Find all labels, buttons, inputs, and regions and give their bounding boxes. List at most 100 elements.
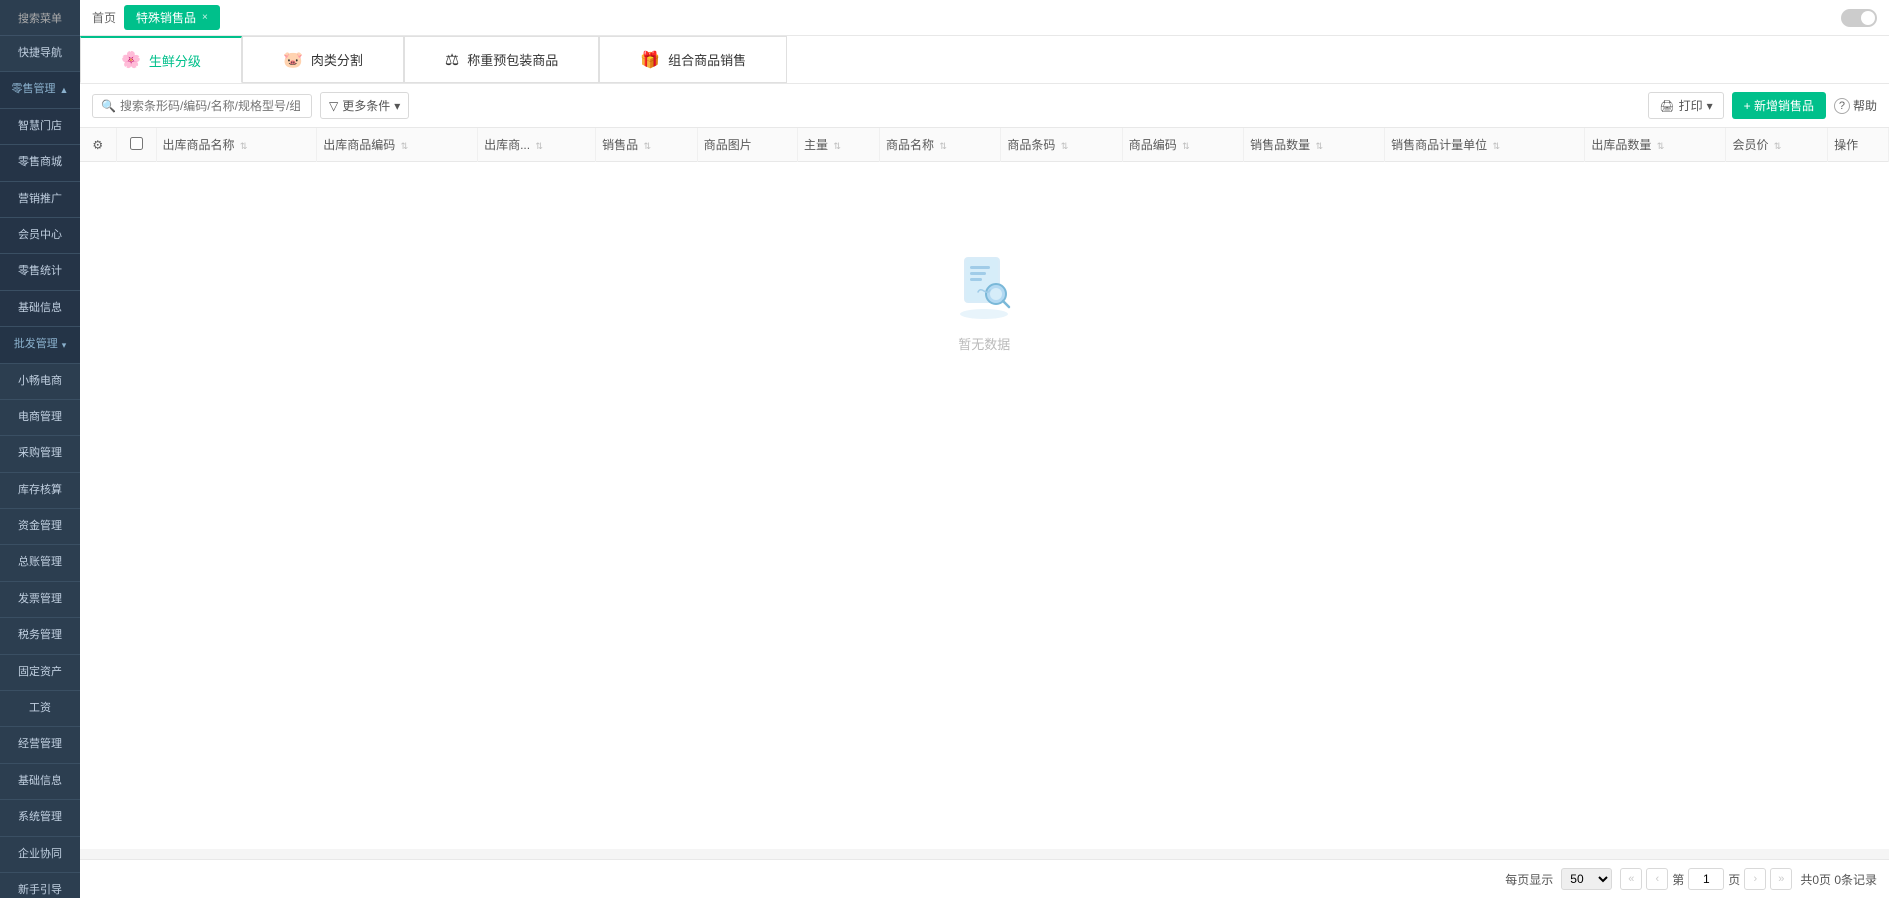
prev-page-button[interactable]: ‹ [1646,868,1668,890]
subtab-fresh-grade[interactable]: 🌸 生鲜分级 [80,36,242,83]
search-input[interactable] [120,99,300,113]
sidebar-item-inventory[interactable]: 库存核算 [0,473,80,509]
sidebar-item-purchase-mgmt[interactable]: 采购管理 [0,436,80,472]
print-arrow-icon: ▾ [1707,99,1713,113]
tab-close-icon[interactable]: × [202,12,208,23]
first-page-button[interactable]: « [1620,868,1642,890]
sort-icon-12: ⇅ [1774,141,1782,151]
sort-icon-6: ⇅ [939,141,947,151]
sidebar-item-ecommerce-small[interactable]: 小畅电商 [0,364,80,400]
toolbar-actions: 🖨 打印 ▾ + 新增销售品 ? 帮助 [1648,92,1877,119]
sidebar-logo[interactable]: 搜索菜单 [0,0,80,36]
page-word: 第 [1672,871,1684,888]
th-goods-code: 商品编码 ⇅ [1122,128,1243,162]
th-member-price: 会员价 ⇅ [1726,128,1828,162]
meat-cut-icon: 🐷 [283,50,303,70]
special-sales-tab[interactable]: 特殊销售品 × [124,5,220,30]
sidebar-item-retail-stats[interactable]: 零售统计 [0,254,80,290]
sidebar-item-marketing[interactable]: 营销推广 [0,182,80,218]
sidebar-item-shortcuts[interactable]: 快捷导航 [0,36,80,72]
page-label: 页 [1728,871,1740,888]
table-body: 暂无数据 [80,162,1889,434]
sort-icon: ⇅ [240,141,248,151]
sort-icon-3: ⇅ [535,141,543,151]
table-header-row: ⚙ 出库商品名称 ⇅ 出库商品编码 ⇅ [80,128,1889,162]
help-button[interactable]: ? 帮助 [1834,97,1877,114]
sort-icon-5: ⇅ [833,141,841,151]
total-records: 共0页 0条记录 [1800,871,1877,888]
sidebar-item-basic-info-retail[interactable]: 基础信息 [0,291,80,327]
main-content: 首页 特殊销售品 × 🌸 生鲜分级 🐷 肉类分割 ⚖ 称重预包装商品 [80,0,1889,898]
weigh-icon: ⚖ [445,50,459,70]
print-icon: 🖨 [1659,99,1674,113]
sort-icon-8: ⇅ [1182,141,1190,151]
subtab-weigh-package[interactable]: ⚖ 称重预包装商品 [404,36,599,83]
fresh-grade-icon: 🌸 [121,50,141,70]
select-all-checkbox[interactable] [130,137,143,150]
combo-icon: 🎁 [640,50,660,70]
th-image: 商品图片 [697,128,797,162]
sidebar-item-fixed-assets[interactable]: 固定资产 [0,655,80,691]
add-product-button[interactable]: + 新增销售品 [1732,92,1826,119]
sidebar-item-invoice-mgmt[interactable]: 发票管理 [0,582,80,618]
help-label: 帮助 [1853,97,1877,114]
search-box[interactable]: 🔍 [92,94,312,118]
sort-icon-7: ⇅ [1061,141,1069,151]
chevron-down-icon: ▲ [60,84,69,97]
subtab-meat-cut-label: 肉类分割 [311,50,363,69]
topbar: 首页 特殊销售品 × [80,0,1889,36]
print-button[interactable]: 🖨 打印 ▾ [1648,92,1723,119]
sidebar-item-salary[interactable]: 工资 [0,691,80,727]
th-sale-item: 销售品 ⇅ [596,128,698,162]
next-page-button[interactable]: › [1744,868,1766,890]
subtab-combo-label: 组合商品销售 [668,50,746,69]
sidebar-item-capital-mgmt[interactable]: 资金管理 [0,509,80,545]
subtabs-bar: 🌸 生鲜分级 🐷 肉类分割 ⚖ 称重预包装商品 🎁 组合商品销售 [80,36,1889,84]
sort-icon-11: ⇅ [1657,141,1665,151]
th-settings[interactable]: ⚙ [80,128,116,162]
toggle-switch[interactable] [1841,9,1877,27]
sidebar-item-ledger[interactable]: 总账管理 [0,545,80,581]
sort-icon-10: ⇅ [1493,141,1501,151]
empty-text: 暂无数据 [958,334,1010,353]
products-table: ⚙ 出库商品名称 ⇅ 出库商品编码 ⇅ [80,128,1889,433]
sidebar-item-tax-mgmt[interactable]: 税务管理 [0,618,80,654]
sidebar: 搜索菜单 快捷导航 零售管理 ▲ 智慧门店 零售商城 营销推广 会员中心 零售统… [0,0,80,898]
th-goods-name: 商品名称 ⇅ [879,128,1000,162]
subtab-weigh-label: 称重预包装商品 [467,50,558,69]
filter-button[interactable]: ▽ 更多条件 ▾ [320,92,409,119]
filter-label: 更多条件 [342,97,390,114]
sidebar-item-enterprise[interactable]: 企业协同 [0,837,80,873]
subtab-meat-cut[interactable]: 🐷 肉类分割 [242,36,404,83]
print-label: 打印 [1679,97,1703,114]
subtab-combo-sales[interactable]: 🎁 组合商品销售 [599,36,787,83]
toolbar-bar: 🔍 ▽ 更多条件 ▾ 🖨 打印 ▾ + 新增销售品 ? 帮助 [80,84,1889,128]
th-out-code: 出库商品编码 ⇅ [317,128,478,162]
page-input[interactable] [1688,868,1724,890]
filter-arrow-icon: ▾ [394,99,400,113]
sidebar-item-business-mgmt[interactable]: 经营管理 [0,727,80,763]
th-checkbox[interactable] [116,128,156,162]
sidebar-item-ecommerce-mgmt[interactable]: 电商管理 [0,400,80,436]
sidebar-item-system-mgmt[interactable]: 系统管理 [0,800,80,836]
sidebar-item-retail-mall[interactable]: 零售商城 [0,145,80,181]
per-page-label: 每页显示 [1505,871,1553,888]
th-weight: 主量 ⇅ [798,128,880,162]
sidebar-item-wholesale-mgmt[interactable]: 批发管理 ▾ [0,327,80,363]
empty-row: 暂无数据 [80,162,1889,434]
filter-icon: ▽ [329,99,338,113]
sidebar-item-retail-mgmt[interactable]: 零售管理 ▲ [0,72,80,108]
sidebar-item-member[interactable]: 会员中心 [0,218,80,254]
content-area: 🌸 生鲜分级 🐷 肉类分割 ⚖ 称重预包装商品 🎁 组合商品销售 🔍 [80,36,1889,898]
subtab-fresh-grade-label: 生鲜分级 [149,51,201,70]
sidebar-item-basic-info[interactable]: 基础信息 [0,764,80,800]
sidebar-search-label: 搜索菜单 [18,10,62,26]
sidebar-item-beginner[interactable]: 新手引导 [0,873,80,898]
sort-icon-2: ⇅ [401,141,409,151]
tab-label: 特殊销售品 [136,9,196,26]
sidebar-item-smart-store[interactable]: 智慧门店 [0,109,80,145]
last-page-button[interactable]: » [1770,868,1792,890]
per-page-select[interactable]: 50 10 20 100 [1561,868,1612,890]
horizontal-scrollbar[interactable] [80,849,1889,859]
home-tab[interactable]: 首页 [92,9,116,26]
